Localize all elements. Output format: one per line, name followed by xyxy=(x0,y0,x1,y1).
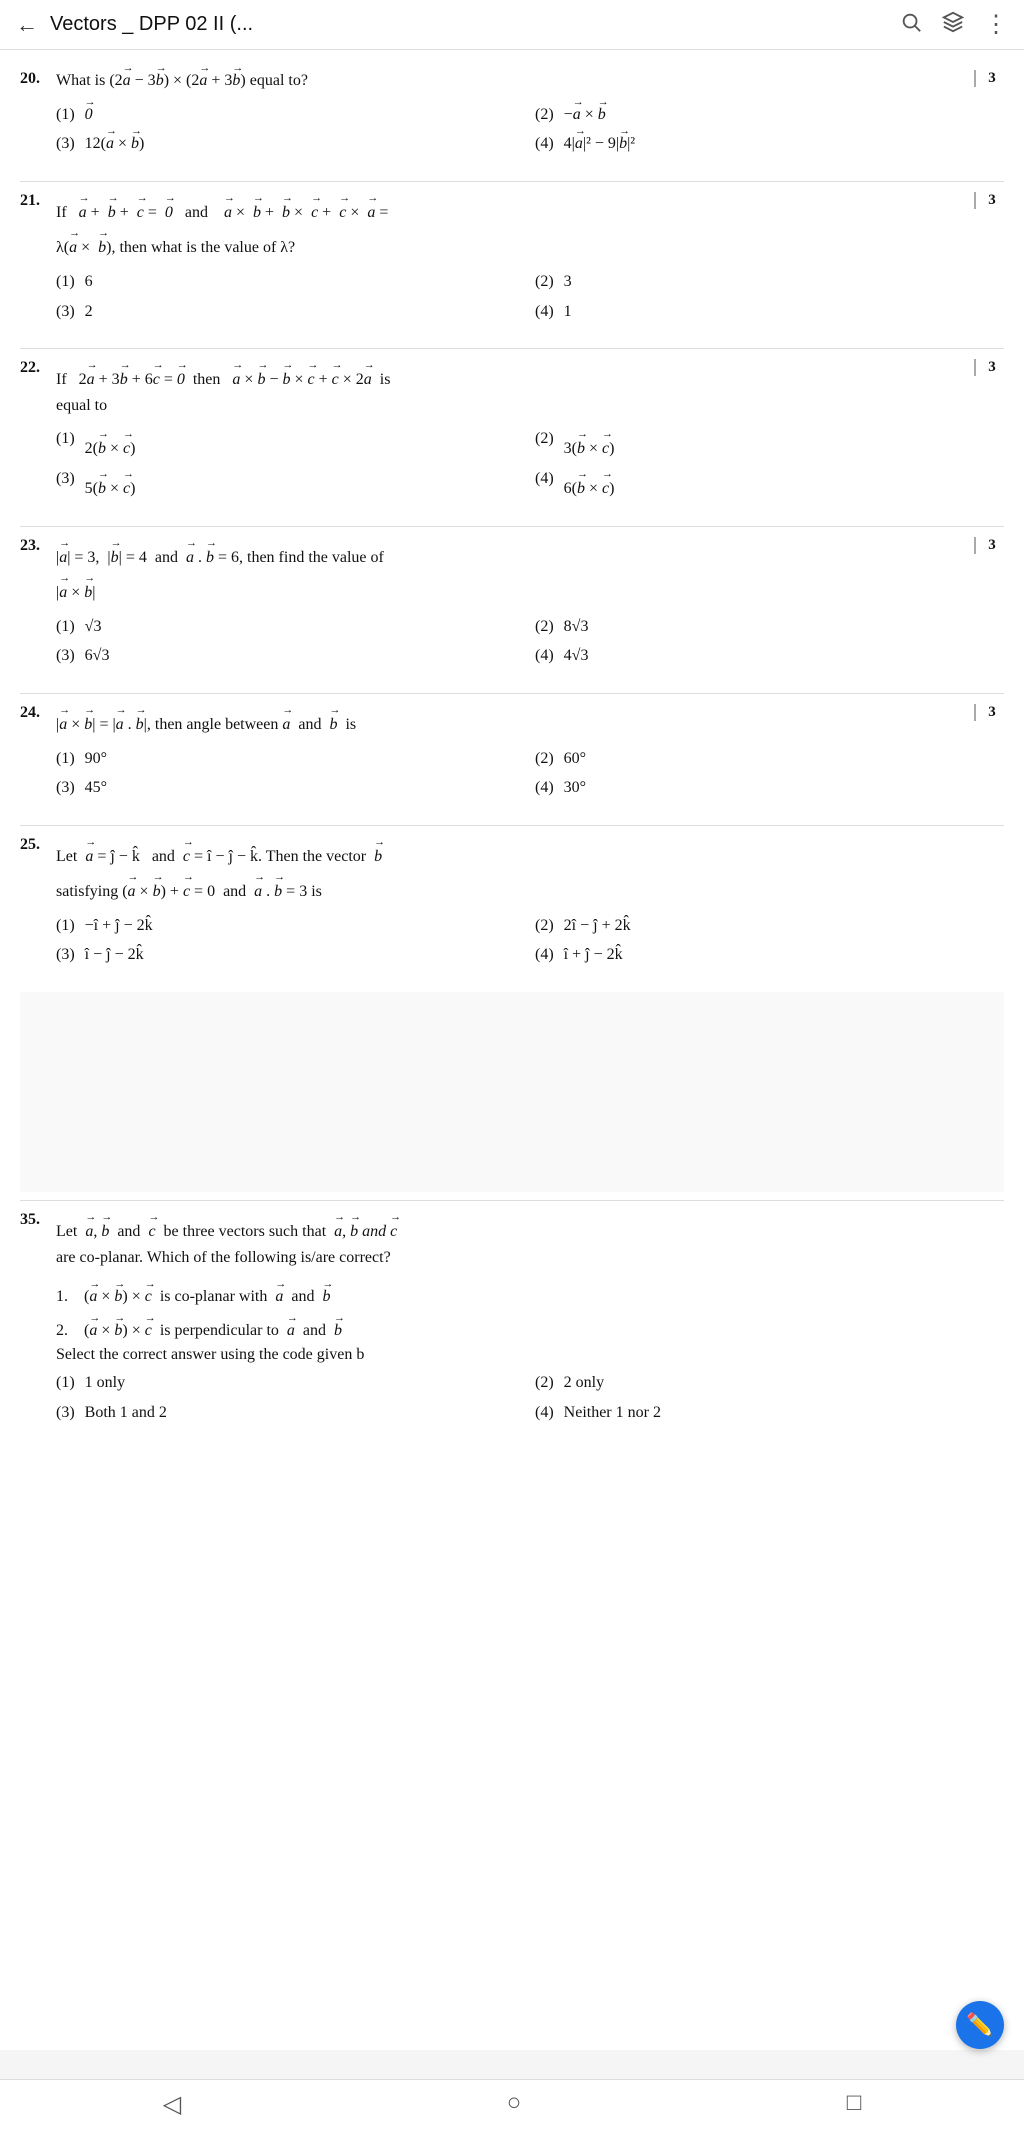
q20-opt2[interactable]: (2) −a→ × b→ xyxy=(535,102,994,128)
q35-instruction: Select the correct answer using the code… xyxy=(56,1346,994,1364)
q21-text: If a→ + b→ + c→ = 0→ and a→ × b→ + b→ × … xyxy=(56,190,994,261)
q24-right-label: 3 xyxy=(974,704,1004,721)
q21-opt4[interactable]: (4) 1 xyxy=(535,299,994,325)
recents-nav-icon[interactable]: □ xyxy=(847,2090,862,2119)
edit-fab[interactable]: ✏️ xyxy=(956,2001,1004,2049)
bottom-nav: ◁ ○ □ xyxy=(0,2079,1024,2129)
q35-text: Let a→, b→ and c→ be three vectors such … xyxy=(56,1209,994,1270)
q25-text: Let a→ = ĵ − k̂ and c→ = î − ĵ − k̂. The… xyxy=(56,834,994,905)
q20-text: What is (2a→ − 3b→) × (2a→ + 3b→) equal … xyxy=(56,68,994,94)
q35-number: 35. xyxy=(20,1209,56,1425)
q22-options: (1) 2(b→ × c→) (2) 3(b→ × c→) (3) 5(b→ ×… xyxy=(56,426,994,501)
q35-body: Let a→, b→ and c→ be three vectors such … xyxy=(56,1209,1004,1425)
q24-number: 24. xyxy=(20,702,56,801)
question-35: 35. Let a→, b→ and c→ be three vectors s… xyxy=(20,1209,1004,1425)
q21-options: (1) 6 (2) 3 (3) 2 (4) 1 xyxy=(56,269,994,324)
blank-section xyxy=(20,992,1004,1192)
q23-body: |a→| = 3, |b→| = 4 and a→ . b→ = 6, then… xyxy=(56,535,1004,669)
q22-opt3[interactable]: (3) 5(b→ × c→) xyxy=(56,466,515,502)
q35-item1: 1. (a→ × b→) × c→ is co-planar with a→ a… xyxy=(56,1278,994,1306)
question-22: 22. If 2a→ + 3b→ + 6c→ = 0→ then a→ × b→… xyxy=(20,357,1004,501)
q25-options: (1) −î + ĵ − 2k̂ (2) 2î − ĵ + 2k̂ (3) î … xyxy=(56,913,994,968)
q24-opt3[interactable]: (3) 45° xyxy=(56,775,515,801)
q22-body: If 2a→ + 3b→ + 6c→ = 0→ then a→ × b→ − b… xyxy=(56,357,1004,501)
q24-opt1[interactable]: (1) 90° xyxy=(56,746,515,772)
q35-options: (1) 1 only (2) 2 only (3) Both 1 and 2 (… xyxy=(56,1370,994,1425)
q24-opt4[interactable]: (4) 30° xyxy=(535,775,994,801)
q20-number: 20. xyxy=(20,68,56,157)
q23-opt3[interactable]: (3) 6√3 xyxy=(56,643,515,669)
q20-opt1[interactable]: (1) 0→ xyxy=(56,102,515,128)
q35-opt4[interactable]: (4) Neither 1 nor 2 xyxy=(535,1400,994,1426)
q21-right-label: 3 xyxy=(974,192,1004,209)
question-24: 24. |a→ × b→| = |a→ . b→|, then angle be… xyxy=(20,702,1004,801)
q20-right-label: 3 xyxy=(974,70,1004,87)
q23-right-label: 3 xyxy=(974,537,1004,554)
q25-opt1[interactable]: (1) −î + ĵ − 2k̂ xyxy=(56,913,515,939)
note-add-icon[interactable] xyxy=(942,11,964,39)
q23-opt2[interactable]: (2) 8√3 xyxy=(535,614,994,640)
q21-body: If a→ + b→ + c→ = 0→ and a→ × b→ + b→ × … xyxy=(56,190,1004,324)
q20-body: What is (2a→ − 3b→) × (2a→ + 3b→) equal … xyxy=(56,68,1004,157)
q25-body: Let a→ = ĵ − k̂ and c→ = î − ĵ − k̂. The… xyxy=(56,834,1004,968)
q23-opt4[interactable]: (4) 4√3 xyxy=(535,643,994,669)
q22-text: If 2a→ + 3b→ + 6c→ = 0→ then a→ × b→ − b… xyxy=(56,357,994,418)
q24-options: (1) 90° (2) 60° (3) 45° (4) 30° xyxy=(56,746,994,801)
q35-opt1[interactable]: (1) 1 only xyxy=(56,1370,515,1396)
q25-opt4[interactable]: (4) î + ĵ − 2k̂ xyxy=(535,942,994,968)
q23-text: |a→| = 3, |b→| = 4 and a→ . b→ = 6, then… xyxy=(56,535,994,606)
q20-options: (1) 0→ (2) −a→ × b→ (3) 12(a→ × b→) (4) … xyxy=(56,102,994,157)
q22-opt1[interactable]: (1) 2(b→ × c→) xyxy=(56,426,515,462)
q21-number: 21. xyxy=(20,190,56,324)
q21-opt1[interactable]: (1) 6 xyxy=(56,269,515,295)
q22-opt2[interactable]: (2) 3(b→ × c→) xyxy=(535,426,994,462)
q35-item2: 2. (a→ × b→) × c→ is perpendicular to a→… xyxy=(56,1312,994,1340)
search-icon[interactable] xyxy=(900,11,922,39)
q22-right-label: 3 xyxy=(974,359,1004,376)
q23-number: 23. xyxy=(20,535,56,669)
main-content: 20. What is (2a→ − 3b→) × (2a→ + 3b→) eq… xyxy=(0,50,1024,2050)
q20-opt4[interactable]: (4) 4|a→|² − 9|b→|² xyxy=(535,131,994,157)
top-bar: ← Vectors _ DPP 02 II (... ⋮ xyxy=(0,0,1024,50)
q25-opt3[interactable]: (3) î − ĵ − 2k̂ xyxy=(56,942,515,968)
question-23: 23. |a→| = 3, |b→| = 4 and a→ . b→ = 6, … xyxy=(20,535,1004,669)
q24-text: |a→ × b→| = |a→ . b→|, then angle betwee… xyxy=(56,702,994,738)
q35-opt3[interactable]: (3) Both 1 and 2 xyxy=(56,1400,515,1426)
question-25: 25. Let a→ = ĵ − k̂ and c→ = î − ĵ − k̂.… xyxy=(20,834,1004,968)
back-nav-icon[interactable]: ◁ xyxy=(163,2090,181,2119)
q21-opt3[interactable]: (3) 2 xyxy=(56,299,515,325)
q22-number: 22. xyxy=(20,357,56,501)
q23-opt1[interactable]: (1) √3 xyxy=(56,614,515,640)
home-nav-icon[interactable]: ○ xyxy=(507,2090,522,2119)
q23-options: (1) √3 (2) 8√3 (3) 6√3 (4) 4√3 xyxy=(56,614,994,669)
q21-opt2[interactable]: (2) 3 xyxy=(535,269,994,295)
q22-opt4[interactable]: (4) 6(b→ × c→) xyxy=(535,466,994,502)
q20-opt3[interactable]: (3) 12(a→ × b→) xyxy=(56,131,515,157)
q24-body: |a→ × b→| = |a→ . b→|, then angle betwee… xyxy=(56,702,1004,801)
question-20: 20. What is (2a→ − 3b→) × (2a→ + 3b→) eq… xyxy=(20,68,1004,157)
more-options-icon[interactable]: ⋮ xyxy=(984,10,1008,39)
back-button[interactable]: ← xyxy=(16,12,38,38)
q35-opt2[interactable]: (2) 2 only xyxy=(535,1370,994,1396)
q25-number: 25. xyxy=(20,834,56,968)
q24-opt2[interactable]: (2) 60° xyxy=(535,746,994,772)
q25-opt2[interactable]: (2) 2î − ĵ + 2k̂ xyxy=(535,913,994,939)
page-title: Vectors _ DPP 02 II (... xyxy=(50,13,880,36)
question-21: 21. If a→ + b→ + c→ = 0→ and a→ × b→ + b… xyxy=(20,190,1004,324)
